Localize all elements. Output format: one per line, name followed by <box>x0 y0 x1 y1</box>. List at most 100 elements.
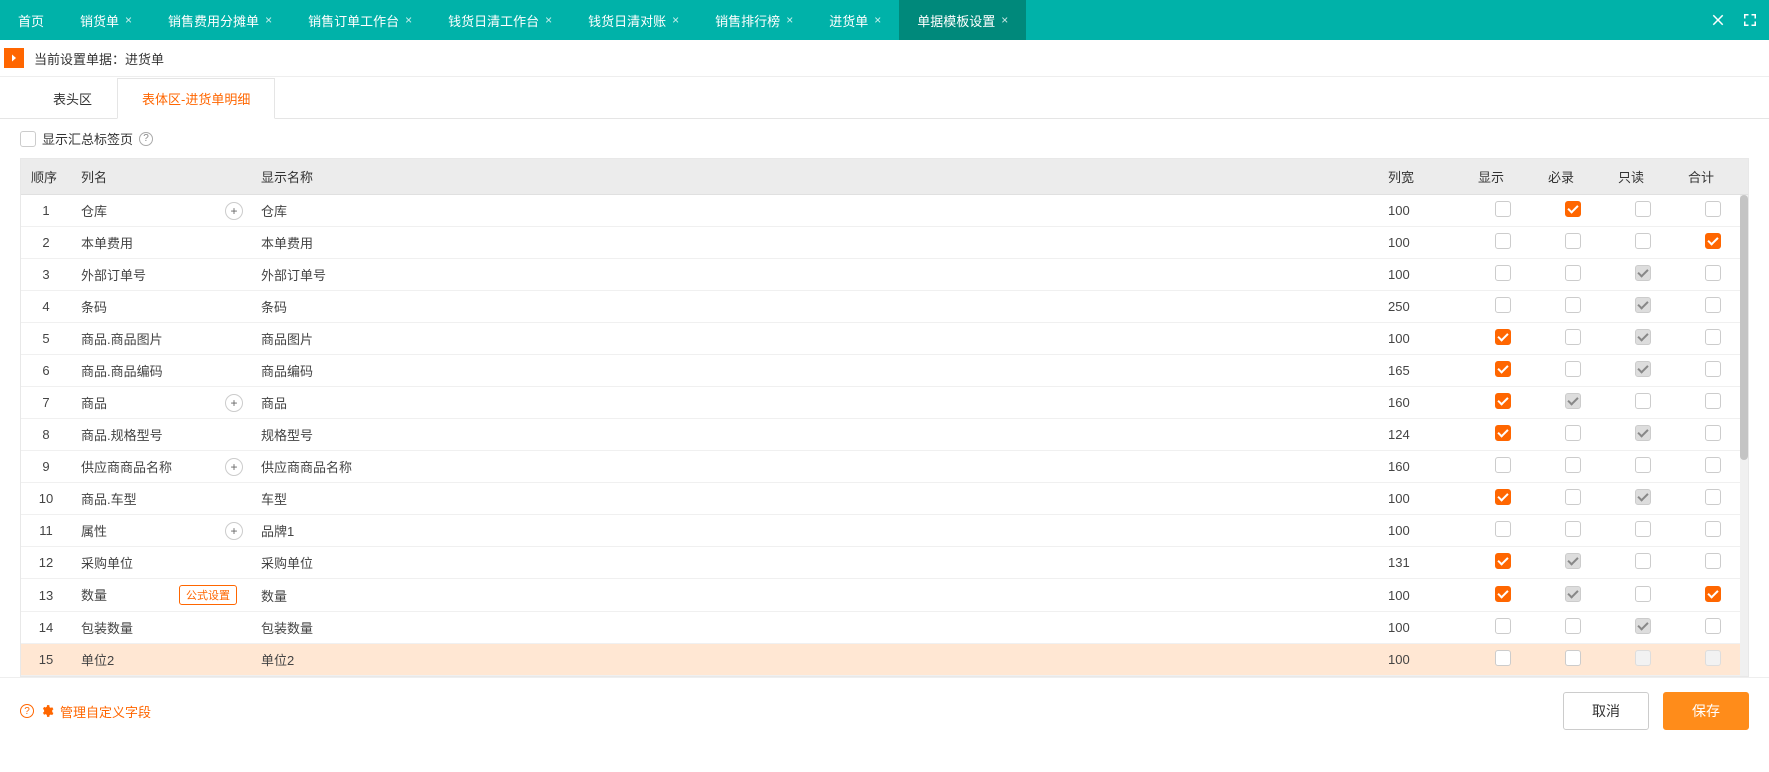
checkbox[interactable] <box>1705 553 1721 569</box>
cell-display[interactable]: 条码 <box>251 291 1378 323</box>
checkbox[interactable] <box>1565 457 1581 473</box>
table-row[interactable]: 6商品.商品编码商品编码165 <box>21 355 1748 387</box>
checkbox[interactable] <box>1495 201 1511 217</box>
checkbox[interactable] <box>1495 329 1511 345</box>
checkbox[interactable] <box>1495 618 1511 634</box>
cell-display[interactable]: 品牌1 <box>251 515 1378 547</box>
cell-width[interactable]: 100 <box>1378 227 1468 259</box>
manage-custom-fields-link[interactable]: 管理自定义字段 <box>60 702 151 721</box>
checkbox[interactable] <box>1635 553 1651 569</box>
cell-width[interactable]: 100 <box>1378 195 1468 227</box>
cell-width[interactable]: 100 <box>1378 579 1468 612</box>
plus-icon[interactable]: + <box>225 458 243 476</box>
checkbox[interactable] <box>1565 618 1581 634</box>
cell-display[interactable]: 数量 <box>251 579 1378 612</box>
close-icon[interactable]: × <box>786 13 793 27</box>
table-row[interactable]: 9供应商商品名称+供应商商品名称160 <box>21 451 1748 483</box>
cell-display[interactable]: 本单费用 <box>251 227 1378 259</box>
checkbox[interactable] <box>1705 393 1721 409</box>
cell-display[interactable]: 车型 <box>251 483 1378 515</box>
scroll-thumb[interactable] <box>1740 195 1748 460</box>
table-row[interactable]: 15单位2单位2100 <box>21 644 1748 676</box>
checkbox[interactable] <box>1495 586 1511 602</box>
checkbox[interactable] <box>1635 393 1651 409</box>
save-button[interactable]: 保存 <box>1663 692 1749 730</box>
checkbox[interactable] <box>1705 201 1721 217</box>
top-tab[interactable]: 销售订单工作台× <box>290 0 430 40</box>
cell-width[interactable]: 100 <box>1378 323 1468 355</box>
top-tab[interactable]: 首页 <box>0 0 62 40</box>
close-icon[interactable]: × <box>265 13 272 27</box>
table-row[interactable]: 1仓库+仓库100 <box>21 195 1748 227</box>
cancel-button[interactable]: 取消 <box>1563 692 1649 730</box>
cell-display[interactable]: 外部订单号 <box>251 259 1378 291</box>
sub-tab[interactable]: 表体区-进货单明细 <box>117 78 275 119</box>
top-tab[interactable]: 进货单× <box>811 0 899 40</box>
checkbox[interactable] <box>1705 233 1721 249</box>
table-row[interactable]: 8商品.规格型号规格型号124 <box>21 419 1748 451</box>
table-row[interactable]: 7商品+商品160 <box>21 387 1748 419</box>
checkbox[interactable] <box>1565 361 1581 377</box>
checkbox[interactable] <box>1635 586 1651 602</box>
checkbox[interactable] <box>1495 489 1511 505</box>
checkbox[interactable] <box>1705 521 1721 537</box>
plus-icon[interactable]: + <box>225 522 243 540</box>
checkbox[interactable] <box>1565 297 1581 313</box>
checkbox[interactable] <box>1705 361 1721 377</box>
checkbox[interactable] <box>1495 297 1511 313</box>
table-row[interactable]: 3外部订单号外部订单号100 <box>21 259 1748 291</box>
close-icon[interactable]: × <box>405 13 412 27</box>
checkbox[interactable] <box>1495 521 1511 537</box>
checkbox[interactable] <box>1495 553 1511 569</box>
checkbox[interactable] <box>1565 329 1581 345</box>
cell-display[interactable]: 单位2 <box>251 644 1378 676</box>
top-tab[interactable]: 销售费用分摊单× <box>150 0 290 40</box>
cell-display[interactable]: 供应商商品名称 <box>251 451 1378 483</box>
cell-width[interactable]: 250 <box>1378 291 1468 323</box>
close-icon[interactable]: × <box>1001 13 1008 27</box>
cell-width[interactable]: 160 <box>1378 387 1468 419</box>
checkbox[interactable] <box>1705 489 1721 505</box>
checkbox[interactable] <box>1565 521 1581 537</box>
checkbox[interactable] <box>1705 297 1721 313</box>
checkbox[interactable] <box>1495 650 1511 666</box>
cell-width[interactable]: 100 <box>1378 644 1468 676</box>
footer-help-icon[interactable]: ? <box>20 704 34 718</box>
help-icon[interactable]: ? <box>139 132 153 146</box>
checkbox[interactable] <box>1705 618 1721 634</box>
checkbox[interactable] <box>1495 233 1511 249</box>
table-row[interactable]: 5商品.商品图片商品图片100 <box>21 323 1748 355</box>
checkbox[interactable] <box>1495 425 1511 441</box>
checkbox[interactable] <box>1705 457 1721 473</box>
checkbox[interactable] <box>1635 233 1651 249</box>
cell-width[interactable]: 100 <box>1378 259 1468 291</box>
close-icon[interactable]: × <box>545 13 552 27</box>
top-tab[interactable]: 钱货日清对账× <box>570 0 697 40</box>
cell-width[interactable]: 100 <box>1378 483 1468 515</box>
cell-display[interactable]: 包装数量 <box>251 612 1378 644</box>
fullscreen-icon[interactable] <box>1741 11 1759 29</box>
checkbox[interactable] <box>1495 457 1511 473</box>
formula-badge[interactable]: 公式设置 <box>179 585 237 605</box>
checkbox[interactable] <box>1495 393 1511 409</box>
checkbox[interactable] <box>1705 265 1721 281</box>
table-row[interactable]: 2本单费用本单费用100 <box>21 227 1748 259</box>
table-row[interactable]: 11属性+品牌1100 <box>21 515 1748 547</box>
close-icon[interactable]: × <box>874 13 881 27</box>
cell-width[interactable]: 131 <box>1378 547 1468 579</box>
scrollbar[interactable] <box>1740 195 1748 676</box>
cell-display[interactable]: 规格型号 <box>251 419 1378 451</box>
close-icon[interactable]: × <box>125 13 132 27</box>
cell-width[interactable]: 100 <box>1378 612 1468 644</box>
checkbox[interactable] <box>1495 265 1511 281</box>
checkbox[interactable] <box>1565 425 1581 441</box>
checkbox[interactable] <box>1635 201 1651 217</box>
top-tab[interactable]: 钱货日清工作台× <box>430 0 570 40</box>
table-row[interactable]: 4条码条码250 <box>21 291 1748 323</box>
top-tab[interactable]: 销货单× <box>62 0 150 40</box>
cell-width[interactable]: 160 <box>1378 451 1468 483</box>
cell-width[interactable]: 124 <box>1378 419 1468 451</box>
cell-display[interactable]: 商品图片 <box>251 323 1378 355</box>
checkbox[interactable] <box>1705 425 1721 441</box>
cell-width[interactable]: 100 <box>1378 515 1468 547</box>
